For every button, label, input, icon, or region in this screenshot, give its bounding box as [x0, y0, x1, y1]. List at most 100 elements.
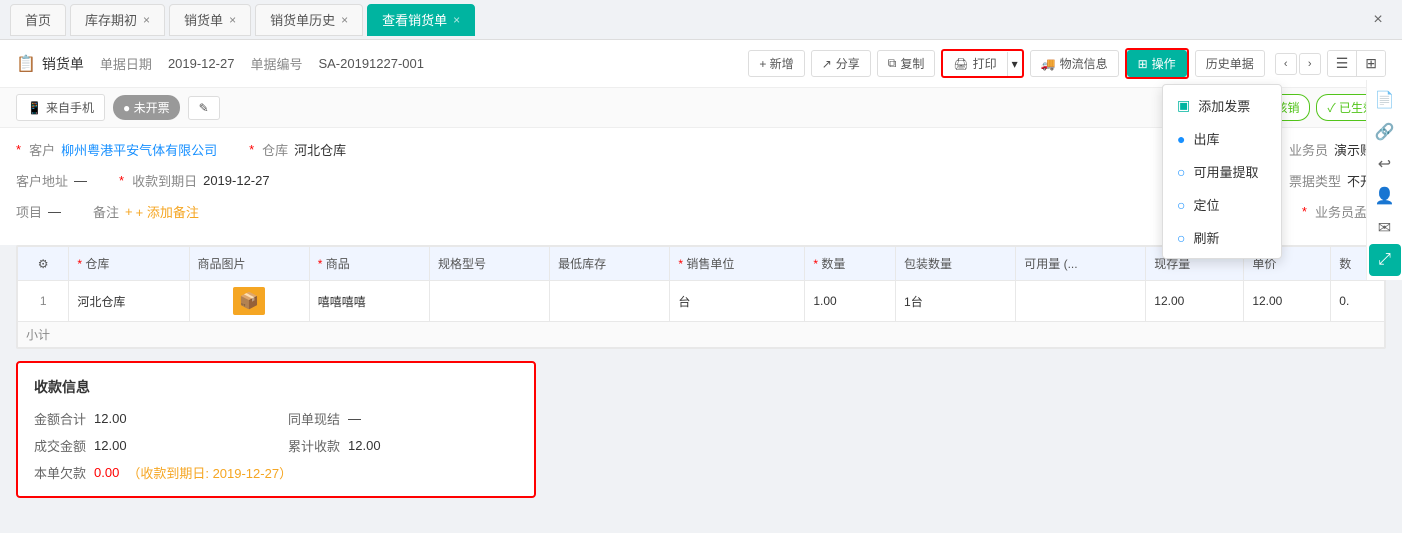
dropdown-locate[interactable]: ○ 定位	[1163, 188, 1281, 221]
doc-number-value: SA-20191227-001	[318, 56, 424, 71]
col-sales-unit: * 销售单位	[670, 247, 805, 281]
add-note-label: + 添加备注	[136, 202, 199, 221]
doc-date-label: 单据日期	[100, 54, 152, 73]
sidebar-message-icon[interactable]: ✉	[1369, 212, 1401, 244]
doc-date-value: 2019-12-27	[168, 56, 235, 71]
deal-amount-label: 成交金额	[34, 436, 86, 455]
history-button[interactable]: 历史单据	[1195, 50, 1265, 77]
product-col-label: 商品	[326, 257, 350, 271]
copy-button[interactable]: ⧉ 复制	[877, 50, 936, 77]
sales-unit-col-label: 销售单位	[686, 257, 734, 271]
not-open-button[interactable]: ● 未开票	[113, 95, 180, 120]
col-settings[interactable]: ⚙	[18, 247, 69, 281]
tab-inventory-init[interactable]: 库存期初 ×	[70, 4, 165, 36]
dropdown-refresh[interactable]: ○ 刷新	[1163, 221, 1281, 254]
operations-label: 操作	[1152, 55, 1176, 72]
product-table: ⚙ * 仓库 商品图片 * 商品 规格型号 最低库存	[17, 246, 1385, 348]
row-warehouse: 河北仓库	[69, 281, 189, 322]
operations-highlight: ⊞ 操作	[1125, 48, 1189, 79]
tab-bar-close-button[interactable]: ×	[1364, 6, 1392, 34]
tab-sales-history[interactable]: 销货单历史 ×	[255, 4, 363, 36]
spec-col-label: 规格型号	[438, 257, 486, 271]
locate-icon: ○	[1177, 197, 1185, 213]
same-order-value: —	[348, 411, 361, 426]
product-img-col-label: 商品图片	[198, 257, 246, 271]
row-pack-qty: 1台	[896, 281, 1016, 322]
total-amount-value: 12.00	[94, 411, 127, 426]
from-phone-button[interactable]: 📱 来自手机	[16, 94, 105, 121]
add-invoice-label: 添加发票	[1198, 96, 1250, 115]
tab-sales-order-label: 销货单	[184, 10, 223, 29]
share-label: 分享	[836, 55, 860, 72]
subtotal-label: 小计	[18, 322, 1385, 348]
due-date-label: 收款到期日	[132, 171, 197, 190]
tab-sales-history-close[interactable]: ×	[341, 13, 348, 27]
summary-grid: 金额合计 12.00 同单现结 — 成交金额 12.00 累计收款 12.00 …	[34, 409, 518, 482]
view-toggle: ☰ ⊞	[1327, 50, 1386, 77]
product-thumbnail: 📦	[233, 287, 265, 315]
copy-label: 复制	[900, 55, 924, 72]
summary-same-order-settle: 同单现结 —	[288, 409, 518, 428]
col-product-img: 商品图片	[189, 247, 309, 281]
dropdown-add-invoice[interactable]: ▣ 添加发票	[1163, 89, 1281, 122]
dropdown-available-qty[interactable]: ○ 可用量提取	[1163, 155, 1281, 188]
row-sales-unit: 台	[670, 281, 805, 322]
col-warehouse: * 仓库	[69, 247, 189, 281]
project-label: 项目	[16, 202, 42, 221]
row-amount: 0.	[1331, 281, 1385, 322]
customer-field: * 客户 柳州粤港平安气体有限公司	[16, 140, 217, 159]
sidebar-return-icon[interactable]: ↩	[1369, 148, 1401, 180]
warehouse-field: * 仓库 河北仓库	[249, 140, 346, 159]
sidebar-user-icon[interactable]: 👤	[1369, 180, 1401, 212]
outbound-label: 出库	[1193, 129, 1219, 148]
edit-icon: ✎	[199, 101, 209, 115]
tab-view-sales[interactable]: 查看销货单 ×	[367, 4, 475, 36]
due-date-suffix: 2019-12-27	[213, 466, 280, 481]
operations-button[interactable]: ⊞ 操作	[1127, 50, 1187, 77]
tab-sales-history-label: 销货单历史	[270, 10, 335, 29]
right-sidebar: 📄 🔗 ↩ 👤 ✉ ⤢	[1366, 80, 1402, 280]
col-pack-qty: 包装数量	[896, 247, 1016, 281]
print-ops-highlight: 🖨 打印 ▾	[941, 49, 1023, 78]
view-grid-button[interactable]: ⊞	[1357, 51, 1385, 76]
logistics-icon: 🚚	[1041, 57, 1056, 71]
tab-home[interactable]: 首页	[10, 4, 66, 36]
refresh-icon: ○	[1177, 230, 1185, 246]
add-note-button[interactable]: + + 添加备注	[125, 202, 199, 221]
view-list-button[interactable]: ☰	[1328, 51, 1358, 76]
sidebar-expand-icon[interactable]: ⤢	[1369, 244, 1401, 276]
summary-cumulative-receipt: 累计收款 12.00	[288, 436, 518, 455]
col-product: * 商品	[309, 247, 429, 281]
add-note-icon: +	[125, 204, 133, 219]
row-quantity: 1.00	[805, 281, 896, 322]
tab-sales-order-close[interactable]: ×	[229, 13, 236, 27]
cumulative-receipt-label: 累计收款	[288, 436, 340, 455]
sidebar-doc-icon[interactable]: 📄	[1369, 84, 1401, 116]
settings-col-label: ⚙	[38, 257, 49, 271]
customer-value[interactable]: 柳州粤港平安气体有限公司	[61, 140, 217, 159]
operations-icon: ⊞	[1138, 57, 1148, 71]
logistics-label: 物流信息	[1060, 55, 1108, 72]
summary-total-amount: 金额合计 12.00	[34, 409, 264, 428]
address-label: 客户地址	[16, 171, 68, 190]
prev-button[interactable]: ‹	[1275, 53, 1297, 75]
tab-sales-order[interactable]: 销货单 ×	[169, 4, 251, 36]
col-min-stock: 最低库存	[550, 247, 670, 281]
print-icon: 🖨	[953, 57, 968, 71]
summary-deal-amount: 成交金额 12.00	[34, 436, 264, 455]
logistics-button[interactable]: 🚚 物流信息	[1030, 50, 1119, 77]
sidebar-link-icon[interactable]: 🔗	[1369, 116, 1401, 148]
share-button[interactable]: ↗ 分享	[811, 50, 871, 77]
tab-inventory-init-close[interactable]: ×	[143, 13, 150, 27]
print-button[interactable]: 🖨 打印	[943, 51, 1006, 76]
outbound-icon: ●	[1177, 131, 1185, 147]
staff-label: 业务员	[1289, 140, 1328, 159]
next-button[interactable]: ›	[1299, 53, 1321, 75]
print-dropdown-arrow[interactable]: ▾	[1008, 51, 1022, 76]
col-quantity: * 数量	[805, 247, 896, 281]
edit-button[interactable]: ✎	[188, 96, 220, 120]
new-button[interactable]: + 新增	[748, 50, 804, 77]
deal-amount-value: 12.00	[94, 438, 127, 453]
tab-view-sales-close[interactable]: ×	[453, 13, 460, 27]
dropdown-outbound[interactable]: ● 出库	[1163, 122, 1281, 155]
